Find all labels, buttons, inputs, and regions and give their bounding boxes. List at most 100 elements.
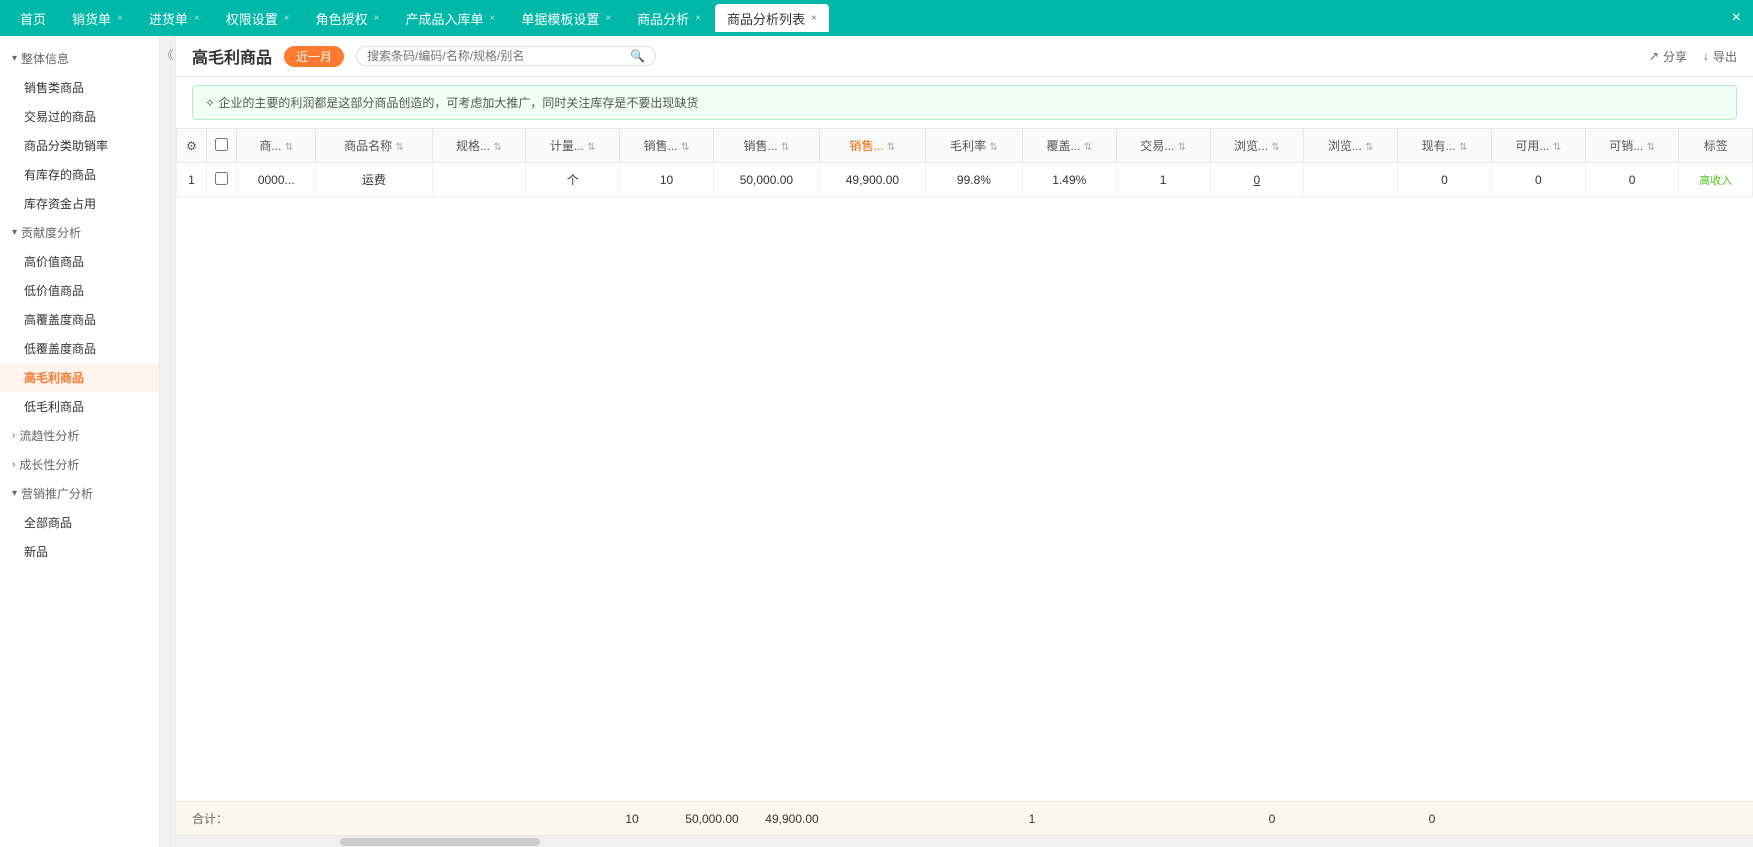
- scrollbar-thumb[interactable]: [340, 838, 540, 846]
- export-button[interactable]: ↓ 导出: [1703, 48, 1737, 65]
- col-trade-days[interactable]: 交易... ⇅: [1116, 129, 1210, 163]
- cell-stock-saleable: 0: [1585, 163, 1679, 197]
- sidebar-item-new-goods[interactable]: 新品: [0, 537, 159, 566]
- col-views2[interactable]: 浏览... ⇅: [1304, 129, 1398, 163]
- col-sales-profit[interactable]: 销售... ⇅: [819, 129, 925, 163]
- header-actions: ↗ 分享 ↓ 导出: [1649, 48, 1737, 65]
- col-sales-amt[interactable]: 销售... ⇅: [713, 129, 819, 163]
- col-checkbox[interactable]: [207, 129, 237, 163]
- footer-stock-saleable: 0: [1392, 812, 1472, 826]
- select-all-checkbox[interactable]: [215, 138, 228, 151]
- sidebar-group-overall[interactable]: ▾ 整体信息: [0, 44, 159, 73]
- cell-code[interactable]: 0000...: [237, 163, 316, 197]
- arrow-contribution: ▾: [12, 227, 17, 238]
- sidebar-item-sales-goods[interactable]: 销售类商品: [0, 73, 159, 102]
- sidebar-item-all-goods[interactable]: 全部商品: [0, 508, 159, 537]
- col-coverage[interactable]: 覆盖... ⇅: [1022, 129, 1116, 163]
- search-box[interactable]: 🔍: [356, 46, 656, 66]
- footer-sales-profit: 49,900.00: [752, 812, 832, 826]
- cell-index: 1: [177, 163, 207, 197]
- close-templates-tab[interactable]: ×: [605, 13, 611, 24]
- sidebar-item-high-margin[interactable]: 高毛利商品: [0, 363, 159, 392]
- sidebar-group-trend[interactable]: › 流趋性分析: [0, 421, 159, 450]
- footer-cells: 10 50,000.00 49,900.00 1 0 0: [272, 812, 1737, 826]
- close-warehousing-tab[interactable]: ×: [489, 13, 495, 24]
- col-stock-current[interactable]: 现有... ⇅: [1398, 129, 1492, 163]
- nav-tab-templates[interactable]: 单据模板设置 ×: [509, 4, 623, 32]
- arrow-growth: ›: [12, 459, 15, 470]
- col-code[interactable]: 商... ⇅: [237, 129, 316, 163]
- sidebar-group-marketing[interactable]: ▾ 营销推广分析: [0, 479, 159, 508]
- cell-views2: [1304, 163, 1398, 197]
- filter-recent-month[interactable]: 近一月: [284, 46, 344, 67]
- tag-label: 高收入: [1699, 175, 1732, 187]
- arrow-trend: ›: [12, 430, 15, 441]
- col-views1[interactable]: 浏览... ⇅: [1210, 129, 1304, 163]
- sidebar-item-high-value[interactable]: 高价值商品: [0, 247, 159, 276]
- close-all-tabs[interactable]: ×: [1732, 9, 1741, 27]
- col-margin-rate[interactable]: 毛利率 ⇅: [925, 129, 1022, 163]
- sidebar-group-contribution[interactable]: ▾ 贡献度分析: [0, 218, 159, 247]
- sidebar-item-traded-goods[interactable]: 交易过的商品: [0, 102, 159, 131]
- sidebar-group-growth[interactable]: › 成长性分析: [0, 450, 159, 479]
- nav-tab-analysis[interactable]: 商品分析 ×: [625, 4, 713, 32]
- close-roles-tab[interactable]: ×: [374, 13, 380, 24]
- col-stock-available[interactable]: 可用... ⇅: [1491, 129, 1585, 163]
- cell-checkbox[interactable]: [207, 163, 237, 197]
- sidebar-item-low-margin[interactable]: 低毛利商品: [0, 392, 159, 421]
- col-unit[interactable]: 计量... ⇅: [526, 129, 620, 163]
- page-title: 高毛利商品: [192, 44, 272, 68]
- nav-tab-analysis-list[interactable]: 商品分析列表 ×: [715, 4, 829, 32]
- cell-sales-amt: 50,000.00: [713, 163, 819, 197]
- sort-views2-icon: ⇅: [1365, 142, 1373, 153]
- cell-name[interactable]: 运费: [316, 163, 432, 197]
- views1-link[interactable]: 0: [1254, 173, 1261, 187]
- cell-stock-current: 0: [1398, 163, 1492, 197]
- sort-sales-amt-icon: ⇅: [781, 142, 789, 153]
- sort-trade-icon: ⇅: [1178, 142, 1186, 153]
- cell-views1[interactable]: 0: [1210, 163, 1304, 197]
- sidebar: ▾ 整体信息 销售类商品 交易过的商品 商品分类助销率 有库存的商品 库存资金占…: [0, 36, 160, 847]
- footer-cell-spacer4: [512, 812, 592, 826]
- footer-cell-spacer1: [272, 812, 352, 826]
- footer-spacer7: [1072, 812, 1152, 826]
- nav-tab-permissions[interactable]: 权限设置 ×: [214, 4, 302, 32]
- sort-unit-icon: ⇅: [587, 142, 595, 153]
- close-purchase-tab[interactable]: ×: [194, 13, 200, 24]
- close-analysis-list-tab[interactable]: ×: [811, 13, 817, 24]
- nav-tab-home[interactable]: 首页: [8, 4, 58, 32]
- col-settings[interactable]: ⚙: [177, 129, 207, 163]
- search-icon[interactable]: 🔍: [630, 49, 645, 63]
- col-stock-saleable[interactable]: 可销... ⇅: [1585, 129, 1679, 163]
- search-input[interactable]: [367, 49, 624, 63]
- col-spec[interactable]: 规格... ⇅: [432, 129, 526, 163]
- col-name[interactable]: 商品名称 ⇅: [316, 129, 432, 163]
- footer-spacer6: [912, 812, 992, 826]
- close-permissions-tab[interactable]: ×: [284, 13, 290, 24]
- footer-total: 合计： 10 50,000.00 49,900.00 1 0 0: [176, 801, 1753, 835]
- scrollbar-area[interactable]: [176, 835, 1753, 847]
- sidebar-item-stock-capital[interactable]: 库存资金占用: [0, 189, 159, 218]
- sidebar-item-low-value[interactable]: 低价值商品: [0, 276, 159, 305]
- nav-tab-purchase[interactable]: 进货单 ×: [137, 4, 212, 32]
- sidebar-item-low-coverage[interactable]: 低覆盖度商品: [0, 334, 159, 363]
- col-tag: 标签: [1679, 129, 1753, 163]
- sort-views1-icon: ⇅: [1271, 142, 1279, 153]
- sidebar-item-high-coverage[interactable]: 高覆盖度商品: [0, 305, 159, 334]
- table-row: 1 0000... 运费 个 10 50,000.00 49,900.00 99…: [177, 163, 1753, 197]
- cell-sales-qty: 10: [620, 163, 714, 197]
- share-button[interactable]: ↗ 分享: [1649, 48, 1687, 65]
- nav-tab-roles[interactable]: 角色授权 ×: [304, 4, 392, 32]
- nav-tab-sales[interactable]: 销货单 ×: [60, 4, 135, 32]
- close-sales-tab[interactable]: ×: [117, 13, 123, 24]
- row-checkbox[interactable]: [215, 172, 228, 185]
- nav-tab-warehousing[interactable]: 产成品入库单 ×: [393, 4, 507, 32]
- cell-unit: 个: [526, 163, 620, 197]
- close-analysis-tab[interactable]: ×: [695, 13, 701, 24]
- info-banner: ✧ 企业的主要的利润都是这部分商品创造的，可考虑加大推广，同时关注库存是不要出现…: [192, 85, 1737, 120]
- cell-sales-profit: 49,900.00: [819, 163, 925, 197]
- sidebar-collapse-button[interactable]: 《: [160, 36, 176, 847]
- col-sales-qty[interactable]: 销售... ⇅: [620, 129, 714, 163]
- sidebar-item-category-assist[interactable]: 商品分类助销率: [0, 131, 159, 160]
- sidebar-item-in-stock[interactable]: 有库存的商品: [0, 160, 159, 189]
